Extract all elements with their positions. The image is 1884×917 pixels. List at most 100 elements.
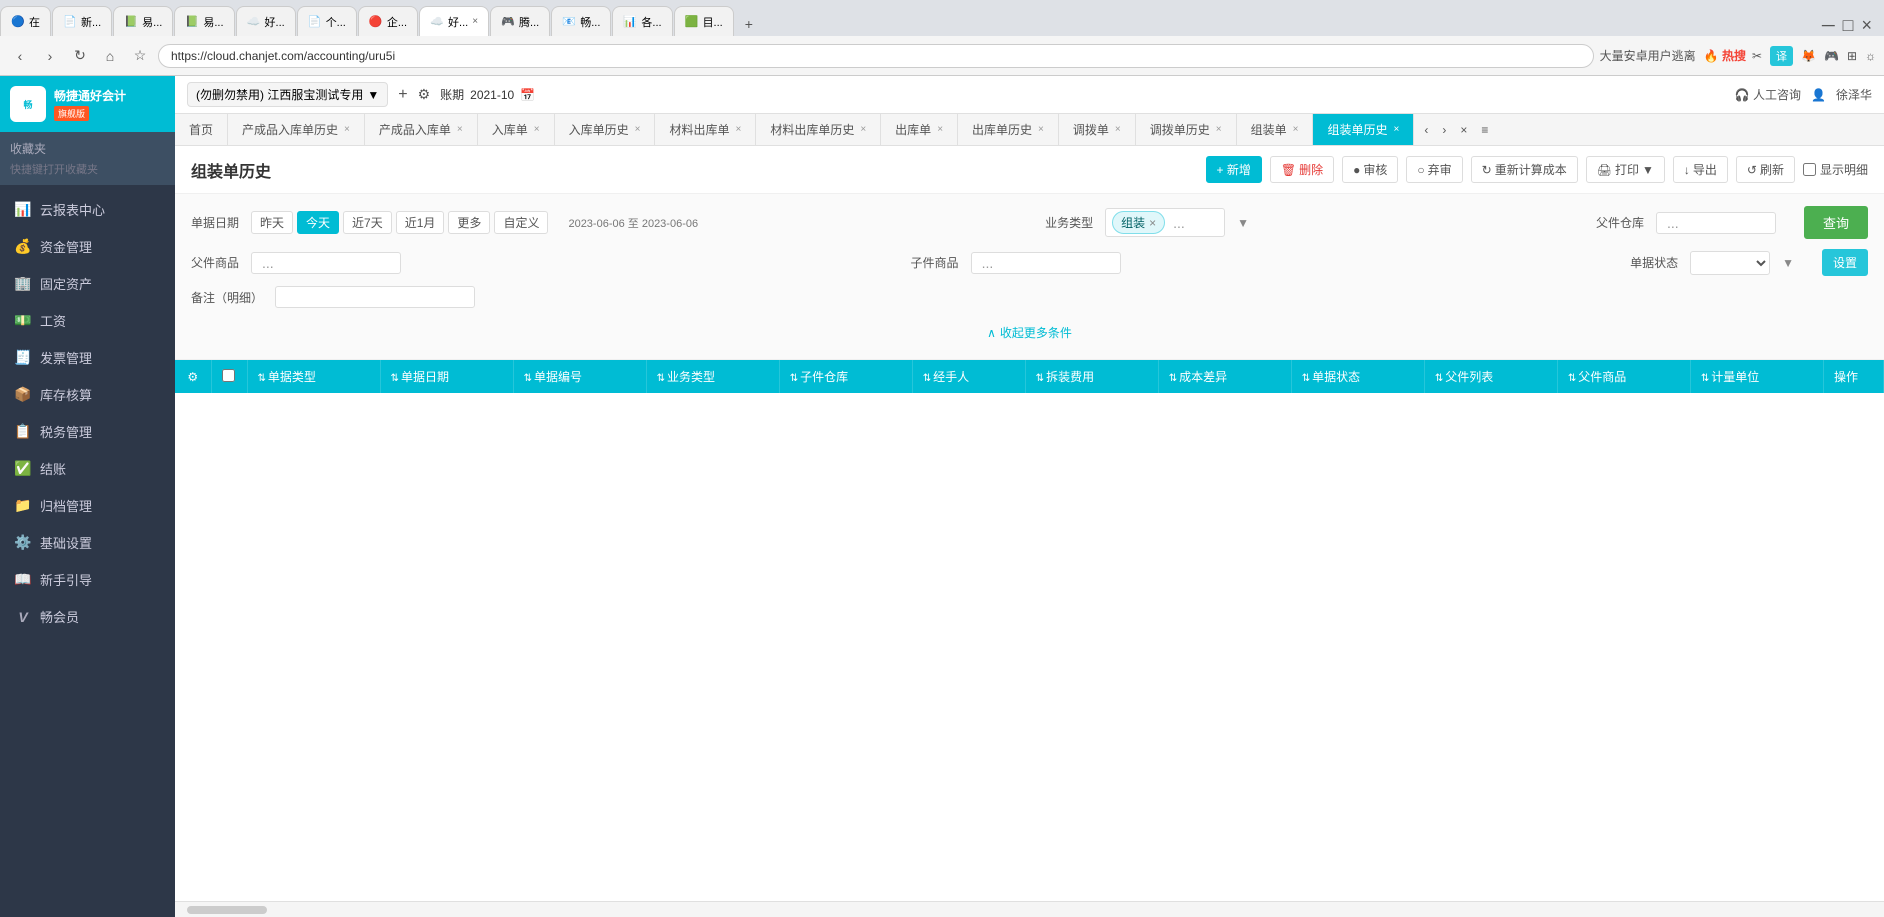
tabs-left-arrow[interactable]: ‹ <box>1418 119 1434 141</box>
browser-tab-6[interactable]: 📄 个... <box>297 6 357 36</box>
col-parent-list[interactable]: ⇅父件列表 <box>1424 360 1557 393</box>
col-unit[interactable]: ⇅计量单位 <box>1690 360 1823 393</box>
show-detail-input[interactable] <box>1803 163 1816 176</box>
collapse-conditions-btn[interactable]: ∧ 收起更多条件 <box>191 318 1868 347</box>
browser-tab-9[interactable]: 🎮 腾... <box>490 6 550 36</box>
tab-close-8[interactable]: × <box>472 16 478 27</box>
child-goods-more[interactable]: ... <box>978 255 998 271</box>
sidebar-item-gudingzichan[interactable]: 🏢 固定资产 <box>0 265 175 302</box>
col-gear[interactable]: ⚙ <box>175 360 211 393</box>
browser-tab-7[interactable]: 🔴 企... <box>358 6 418 36</box>
query-button[interactable]: 查询 <box>1804 206 1868 239</box>
parent-warehouse-filter[interactable]: ... <box>1656 212 1776 234</box>
bookmark-button[interactable]: ☆ <box>128 44 152 68</box>
browser-maximize-btn[interactable]: □ <box>1843 15 1854 36</box>
parent-goods-more[interactable]: ... <box>258 255 278 271</box>
add-button[interactable]: + 新增 <box>1206 156 1262 183</box>
col-type[interactable]: ⇅单据类型 <box>247 360 380 393</box>
tab-diaobod-history-close[interactable]: × <box>1216 124 1222 135</box>
settings-button[interactable]: 设置 <box>1822 249 1868 276</box>
browser-tab-1[interactable]: 🔵 在 <box>0 6 51 36</box>
tab-ckd-close[interactable]: × <box>937 124 943 135</box>
col-biz-type[interactable]: ⇅业务类型 <box>646 360 779 393</box>
tab-ccrkd[interactable]: 产成品入库单 × <box>365 114 478 145</box>
sidebar-item-shuiwu[interactable]: 📋 税务管理 <box>0 413 175 450</box>
parent-goods-filter[interactable]: ... <box>251 252 401 274</box>
print-button[interactable]: 🖨 打印 ▼ <box>1586 156 1665 183</box>
tab-ckd[interactable]: 出库单 × <box>881 114 958 145</box>
human-service-btn[interactable]: 🎧 人工咨询 <box>1735 86 1801 103</box>
browser-minimize-btn[interactable]: ─ <box>1822 15 1835 36</box>
tab-diaobod-close[interactable]: × <box>1115 124 1121 135</box>
sidebar-item-zijin[interactable]: 💰 资金管理 <box>0 228 175 265</box>
grid-icon[interactable]: ⊞ <box>1847 49 1857 63</box>
col-date[interactable]: ⇅单据日期 <box>380 360 513 393</box>
calendar-icon[interactable]: 📅 <box>520 88 535 102</box>
browser-tab-5[interactable]: ☁️ 好... <box>236 6 296 36</box>
tabs-close-all[interactable]: × <box>1454 119 1473 141</box>
col-child-warehouse[interactable]: ⇅子件仓库 <box>779 360 912 393</box>
date-today-btn[interactable]: 今天 <box>297 211 339 234</box>
col-handler[interactable]: ⇅经手人 <box>912 360 1025 393</box>
browser-tab-2[interactable]: 📄 新... <box>52 6 112 36</box>
tab-home[interactable]: 首页 <box>175 114 228 145</box>
scrollbar-thumb[interactable] <box>187 906 267 914</box>
tab-zuzhuangd-history[interactable]: 组装单历史 × <box>1313 114 1414 145</box>
forward-button[interactable]: › <box>38 44 62 68</box>
sidebar-item-gongzi[interactable]: 💵 工资 <box>0 302 175 339</box>
sidebar-item-huiyuan[interactable]: V 畅会员 <box>0 598 175 635</box>
note-input[interactable] <box>275 286 475 308</box>
tab-diaobod[interactable]: 调拨单 × <box>1059 114 1136 145</box>
sidebar-item-jichu[interactable]: ⚙️ 基础设置 <box>0 524 175 561</box>
date-yesterday-btn[interactable]: 昨天 <box>251 211 293 234</box>
new-tab-button[interactable]: + <box>735 12 763 36</box>
sidebar-item-kucun[interactable]: 📦 库存核算 <box>0 376 175 413</box>
hot-search-btn[interactable]: 🔥 热搜 <box>1704 47 1746 64</box>
sidebar-item-jiezhang[interactable]: ✅ 结账 <box>0 450 175 487</box>
add-company-btn[interactable]: + <box>398 86 407 104</box>
company-selector[interactable]: (勿删勿禁用) 江西服宝测试专用 ▼ <box>187 82 388 107</box>
browser-tab-12[interactable]: 🟩 目... <box>674 6 734 36</box>
sidebar-item-xinshou[interactable]: 📖 新手引导 <box>0 561 175 598</box>
status-select[interactable]: 草稿 已审核 <box>1690 251 1770 275</box>
delete-button[interactable]: 🗑 删除 <box>1270 156 1334 183</box>
tab-diaobod-history[interactable]: 调拨单历史 × <box>1136 114 1237 145</box>
tab-ccrkd-close[interactable]: × <box>457 124 463 135</box>
tab-rkd-close[interactable]: × <box>534 124 540 135</box>
tab-rkd[interactable]: 入库单 × <box>478 114 555 145</box>
recalculate-button[interactable]: ↻ 重新计算成本 <box>1471 156 1578 183</box>
show-detail-checkbox[interactable]: 显示明细 <box>1803 161 1868 178</box>
select-all-checkbox[interactable] <box>222 369 235 382</box>
tab-rkd-history[interactable]: 入库单历史 × <box>555 114 656 145</box>
refresh-browser-button[interactable]: ↻ <box>68 44 92 68</box>
date-7days-btn[interactable]: 近7天 <box>343 211 392 234</box>
address-input[interactable] <box>158 44 1594 68</box>
tab-clckd-history[interactable]: 材料出库单历史 × <box>756 114 881 145</box>
translate-icon[interactable]: 译 <box>1770 46 1793 66</box>
horizontal-scrollbar[interactable] <box>175 901 1884 917</box>
sidebar-item-fapiao[interactable]: 🧾 发票管理 <box>0 339 175 376</box>
tab-zuzhuangd-history-close[interactable]: × <box>1393 124 1399 135</box>
tab-zuzhuangd-close[interactable]: × <box>1293 124 1299 135</box>
tab-zuzhuangd[interactable]: 组装单 × <box>1237 114 1314 145</box>
browser-tab-4[interactable]: 📗 易... <box>174 6 234 36</box>
back-button[interactable]: ‹ <box>8 44 32 68</box>
sidebar-item-guidang[interactable]: 📁 归档管理 <box>0 487 175 524</box>
biz-type-more[interactable]: ... <box>1169 215 1189 231</box>
home-button[interactable]: ⌂ <box>98 44 122 68</box>
browser-tab-11[interactable]: 📊 各... <box>612 6 672 36</box>
biz-type-remove[interactable]: × <box>1149 216 1156 230</box>
tabs-right-arrow[interactable]: › <box>1436 119 1452 141</box>
parent-warehouse-more[interactable]: ... <box>1663 215 1683 231</box>
col-parent-goods[interactable]: ⇅父件商品 <box>1557 360 1690 393</box>
export-button[interactable]: ↓ 导出 <box>1673 156 1728 183</box>
audit-button[interactable]: ● 审核 <box>1342 156 1398 183</box>
settings-gear-icon[interactable]: ⚙ <box>418 86 431 103</box>
col-number[interactable]: ⇅单据编号 <box>513 360 646 393</box>
favorites-open-link[interactable]: 快捷键打开收藏夹 <box>10 161 165 177</box>
tab-ckd-history[interactable]: 出库单历史 × <box>958 114 1059 145</box>
tabs-menu-icon[interactable]: ≡ <box>1475 119 1494 141</box>
col-checkbox[interactable] <box>211 360 247 393</box>
settings-icon[interactable]: ☼ <box>1865 49 1876 63</box>
browser-close-btn[interactable]: × <box>1861 15 1872 36</box>
